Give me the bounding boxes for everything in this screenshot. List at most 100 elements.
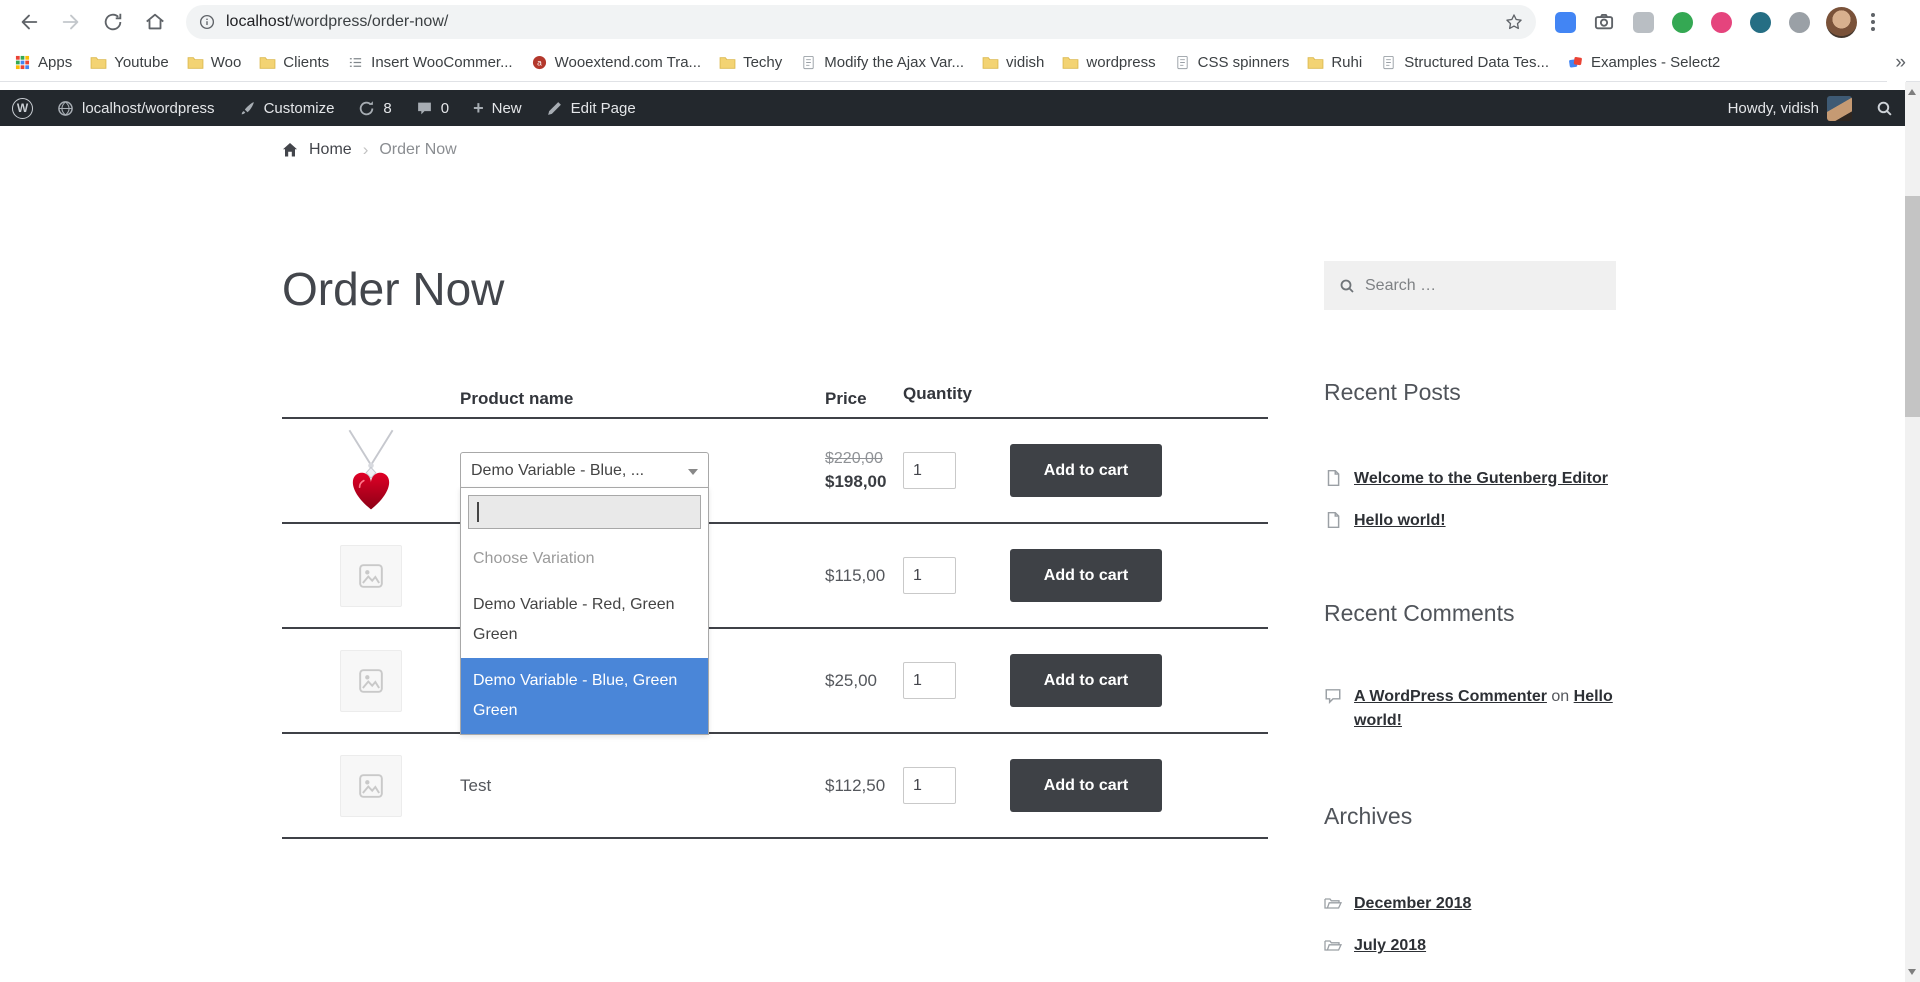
scroll-down-arrow[interactable] bbox=[1908, 969, 1916, 975]
bookmarks-overflow-chevron[interactable]: » bbox=[1887, 44, 1906, 82]
chevron-down-icon bbox=[688, 469, 698, 475]
dropdown-option-choose-variation[interactable]: Choose Variation bbox=[461, 536, 708, 582]
my-account-menu[interactable]: Howdy, vidish bbox=[1716, 90, 1864, 126]
quantity-input[interactable] bbox=[903, 662, 956, 699]
extension-camera-icon[interactable] bbox=[1591, 9, 1617, 35]
bookmark-item[interactable]: Insert WooCommer... bbox=[347, 54, 512, 71]
quantity-input[interactable] bbox=[903, 557, 956, 594]
extension-icons bbox=[1552, 9, 1812, 35]
folder-open-icon bbox=[1324, 894, 1342, 912]
page-info-icon[interactable] bbox=[198, 13, 216, 31]
product-image-necklace[interactable] bbox=[282, 429, 460, 513]
bookmark-item[interactable]: Clients bbox=[259, 54, 329, 71]
page-icon bbox=[800, 55, 817, 70]
quantity-input[interactable] bbox=[903, 767, 956, 804]
browser-menu-icon[interactable] bbox=[1871, 13, 1875, 31]
add-to-cart-button[interactable]: Add to cart bbox=[1010, 444, 1162, 497]
folder-icon bbox=[259, 55, 276, 70]
breadcrumb-home-link[interactable]: Home bbox=[309, 141, 352, 159]
edit-page-menu[interactable]: Edit Page bbox=[534, 90, 648, 126]
comment-connector: on bbox=[1551, 688, 1569, 705]
post-link[interactable]: Welcome to the Gutenberg Editor bbox=[1354, 467, 1608, 490]
new-content-menu[interactable]: +New bbox=[461, 90, 534, 126]
url-path: /wordpress/order-now/ bbox=[289, 13, 448, 30]
col-header-product-name: Product name bbox=[460, 389, 825, 409]
add-to-cart-button[interactable]: Add to cart bbox=[1010, 759, 1162, 812]
product-image-placeholder[interactable] bbox=[340, 545, 402, 607]
bookmark-item[interactable]: Examples - Select2 bbox=[1567, 54, 1720, 71]
forward-icon[interactable] bbox=[60, 11, 82, 33]
variation-select[interactable]: Demo Variable - Blue, ... bbox=[460, 452, 709, 489]
col-header-price: Price bbox=[825, 389, 903, 409]
extension-pink-icon[interactable] bbox=[1708, 9, 1734, 35]
extension-green-icon[interactable] bbox=[1669, 9, 1695, 35]
address-bar[interactable]: localhost/wordpress/order-now/ bbox=[186, 5, 1536, 39]
archive-link[interactable]: July 2018 bbox=[1354, 934, 1426, 957]
post-link[interactable]: Hello world! bbox=[1354, 509, 1446, 532]
bookmark-item[interactable]: CSS spinners bbox=[1174, 54, 1290, 71]
variation-search-input[interactable] bbox=[468, 495, 701, 529]
comment-author-link[interactable]: A WordPress Commenter bbox=[1354, 688, 1547, 705]
comment-count: 0 bbox=[441, 100, 449, 117]
price-cell: $115,00 bbox=[825, 566, 903, 586]
add-to-cart-button[interactable]: Add to cart bbox=[1010, 654, 1162, 707]
extension-teal-bird-icon[interactable] bbox=[1747, 9, 1773, 35]
updates-menu[interactable]: 8 bbox=[346, 90, 403, 126]
bookmark-item[interactable]: Structured Data Tes... bbox=[1380, 54, 1549, 71]
profile-avatar[interactable] bbox=[1826, 7, 1857, 38]
browser-toolbar: localhost/wordpress/order-now/ bbox=[0, 0, 1920, 44]
table-row: $25,00 Add to cart bbox=[282, 629, 1268, 734]
price-cell: $220,00 $198,00 bbox=[825, 450, 903, 492]
table-row: $115,00 Add to cart bbox=[282, 524, 1268, 629]
folder-icon bbox=[90, 55, 107, 70]
letter-a-icon bbox=[531, 55, 548, 70]
admin-search-icon[interactable] bbox=[1864, 90, 1905, 126]
recent-post-item: Welcome to the Gutenberg Editor bbox=[1324, 467, 1608, 490]
add-to-cart-button[interactable]: Add to cart bbox=[1010, 549, 1162, 602]
pencil-icon bbox=[546, 100, 563, 117]
comment-bubble-icon bbox=[1324, 687, 1342, 705]
comments-menu[interactable]: 0 bbox=[404, 90, 461, 126]
bookmark-item[interactable]: Youtube bbox=[90, 54, 169, 71]
dropdown-option[interactable]: Demo Variable - Red, Green Green bbox=[461, 582, 708, 658]
search-input[interactable] bbox=[1365, 277, 1601, 295]
extension-gray-icon[interactable] bbox=[1786, 9, 1812, 35]
bookmark-item[interactable]: Ruhi bbox=[1307, 54, 1362, 71]
archive-link[interactable]: December 2018 bbox=[1354, 892, 1471, 915]
bookmark-item[interactable]: Modify the Ajax Var... bbox=[800, 54, 964, 71]
folder-icon bbox=[187, 55, 204, 70]
extension-notes-icon[interactable] bbox=[1630, 9, 1656, 35]
bookmark-item[interactable]: Techy bbox=[719, 54, 782, 71]
bookmark-item[interactable]: wordpress bbox=[1062, 54, 1155, 71]
bookmark-item[interactable]: Woo bbox=[187, 54, 242, 71]
back-icon[interactable] bbox=[18, 11, 40, 33]
quantity-input[interactable] bbox=[903, 452, 956, 489]
recent-posts-title: Recent Posts bbox=[1324, 379, 1461, 406]
bookmark-star-icon[interactable] bbox=[1504, 12, 1524, 32]
wp-logo-menu[interactable] bbox=[0, 90, 45, 126]
bookmark-item[interactable]: Wooextend.com Tra... bbox=[531, 54, 701, 71]
document-icon bbox=[1324, 511, 1342, 529]
search-icon bbox=[1876, 100, 1893, 117]
col-header-quantity: Quantity bbox=[903, 384, 1010, 404]
dropdown-option-highlighted[interactable]: Demo Variable - Blue, Green Green bbox=[461, 658, 708, 734]
scrollbar-track[interactable] bbox=[1905, 82, 1920, 982]
extension-blue-icon[interactable] bbox=[1552, 9, 1578, 35]
product-image-placeholder[interactable] bbox=[340, 755, 402, 817]
scroll-up-arrow[interactable] bbox=[1908, 89, 1916, 95]
reload-icon[interactable] bbox=[102, 11, 124, 33]
wordpress-logo-icon bbox=[12, 98, 33, 119]
site-name-menu[interactable]: localhost/wordpress bbox=[45, 90, 227, 126]
dropdown-search bbox=[461, 488, 708, 536]
order-table: Product name Price Quantity Demo Variabl… bbox=[282, 375, 1268, 839]
search-icon bbox=[1339, 278, 1355, 294]
bookmark-item[interactable]: vidish bbox=[982, 54, 1044, 71]
recent-comment-item: A WordPress Commenter on Hello world! bbox=[1324, 685, 1616, 733]
home-icon[interactable] bbox=[144, 11, 166, 33]
customize-menu[interactable]: Customize bbox=[227, 90, 347, 126]
globe-icon bbox=[57, 100, 74, 117]
product-image-placeholder[interactable] bbox=[340, 650, 402, 712]
scrollbar-thumb[interactable] bbox=[1905, 196, 1920, 417]
bookmark-apps[interactable]: Apps bbox=[14, 54, 72, 71]
list-icon bbox=[347, 55, 364, 70]
